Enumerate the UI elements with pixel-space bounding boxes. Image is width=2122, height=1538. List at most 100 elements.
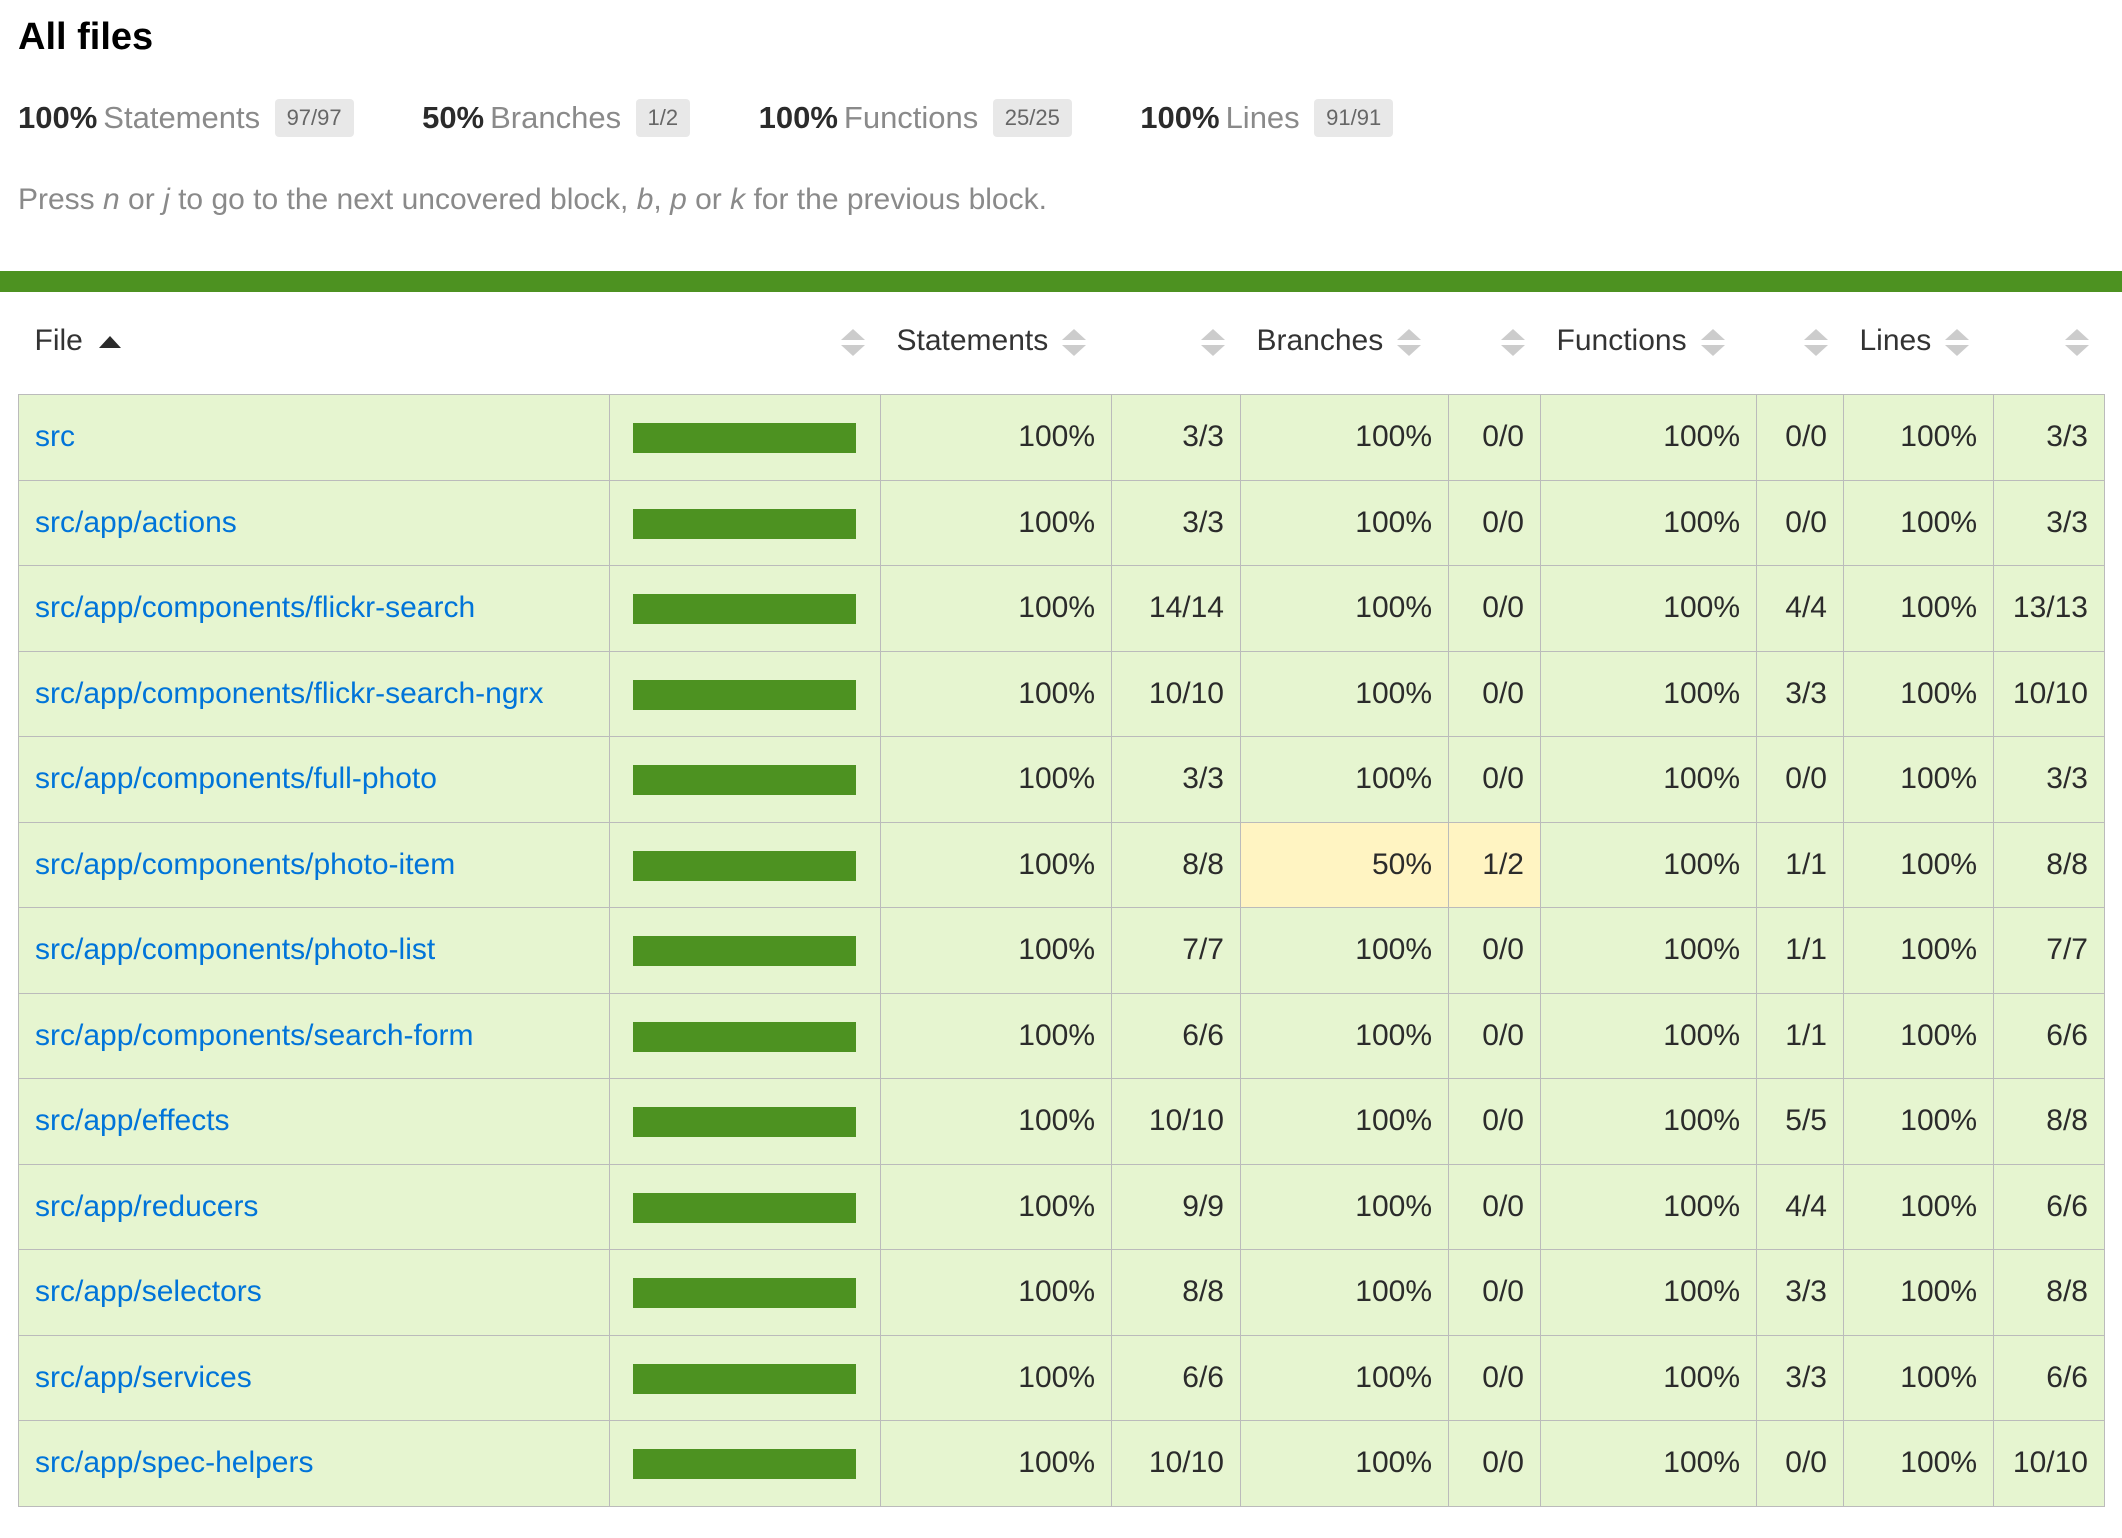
coverage-bar — [633, 1107, 856, 1137]
coverage-bar-cell — [610, 1335, 881, 1421]
hint-key-p: p — [670, 183, 687, 216]
functions-raw-cell: 0/0 — [1757, 480, 1844, 566]
branches-raw-cell: 0/0 — [1449, 908, 1541, 994]
lines-pct-cell: 100% — [1844, 1164, 1994, 1250]
functions-pct-cell: 100% — [1541, 480, 1757, 566]
statements-pct-cell: 100% — [881, 566, 1112, 652]
branches-pct-cell: 100% — [1241, 737, 1449, 823]
sort-icon[interactable] — [1701, 329, 1725, 356]
lines-pct-cell: 100% — [1844, 395, 1994, 481]
functions-raw-cell: 0/0 — [1757, 737, 1844, 823]
file-link[interactable]: src/app/components/full-photo — [35, 762, 437, 795]
hint-text: or — [120, 183, 163, 216]
file-link[interactable]: src/app/reducers — [35, 1190, 258, 1223]
branches-raw-cell: 0/0 — [1449, 651, 1541, 737]
coverage-bar-cell — [610, 1164, 881, 1250]
file-link[interactable]: src/app/components/photo-item — [35, 848, 455, 881]
file-link[interactable]: src/app/services — [35, 1361, 252, 1394]
lines-raw-cell: 3/3 — [1994, 737, 2105, 823]
file-cell: src/app/components/flickr-search — [19, 566, 610, 652]
functions-raw-cell: 4/4 — [1757, 1164, 1844, 1250]
sort-icon[interactable] — [1397, 329, 1421, 356]
sort-icon[interactable] — [1201, 329, 1225, 356]
coverage-bar-cell — [610, 566, 881, 652]
coverage-bar — [633, 680, 856, 710]
table-row: src/app/components/photo-list 100% 7/7 1… — [19, 908, 2105, 994]
table-row: src/app/reducers 100% 9/9 100% 0/0 100% … — [19, 1164, 2105, 1250]
statements-raw-cell: 3/3 — [1112, 395, 1241, 481]
file-link[interactable]: src/app/components/flickr-search — [35, 591, 475, 624]
file-link[interactable]: src/app/selectors — [35, 1275, 262, 1308]
coverage-bar-fill — [633, 765, 856, 795]
column-header-functions[interactable]: Functions — [1541, 292, 1757, 395]
functions-raw-cell: 3/3 — [1757, 1335, 1844, 1421]
sort-icon[interactable] — [1804, 329, 1828, 356]
sort-icon[interactable] — [1062, 329, 1086, 356]
functions-pct-cell: 100% — [1541, 1164, 1757, 1250]
hint-key-j: j — [163, 183, 170, 216]
coverage-bar-cell — [610, 1250, 881, 1336]
statements-pct-cell: 100% — [881, 395, 1112, 481]
summary-statements-fraction: 97/97 — [275, 99, 354, 137]
statements-raw-cell: 7/7 — [1112, 908, 1241, 994]
column-header-branches[interactable]: Branches — [1241, 292, 1449, 395]
file-link[interactable]: src/app/components/photo-list — [35, 933, 435, 966]
file-link[interactable]: src/app/actions — [35, 506, 237, 539]
lines-pct-cell: 100% — [1844, 566, 1994, 652]
file-cell: src — [19, 395, 610, 481]
sort-icon[interactable] — [2065, 329, 2089, 356]
sort-ascending-icon[interactable] — [99, 336, 121, 348]
coverage-bar-cell — [610, 1421, 881, 1507]
coverage-bar-fill — [633, 936, 856, 966]
coverage-bar-fill — [633, 1107, 856, 1137]
coverage-status-line — [0, 271, 2122, 292]
lines-pct-cell: 100% — [1844, 908, 1994, 994]
column-header-lines[interactable]: Lines — [1844, 292, 1994, 395]
coverage-bar — [633, 1022, 856, 1052]
functions-pct-cell: 100% — [1541, 566, 1757, 652]
summary-functions: 100%Functions 25/25 — [759, 99, 1072, 137]
summary-statements-pct: 100% — [18, 100, 97, 135]
statements-pct-cell: 100% — [881, 1335, 1112, 1421]
coverage-bar — [633, 1449, 856, 1479]
file-link[interactable]: src/app/spec-helpers — [35, 1446, 313, 1479]
column-header-statements-raw[interactable] — [1112, 292, 1241, 395]
coverage-bar-fill — [633, 851, 856, 881]
coverage-bar-cell — [610, 480, 881, 566]
file-link[interactable]: src/app/components/search-form — [35, 1019, 474, 1052]
coverage-bar-fill — [633, 594, 856, 624]
statements-pct-cell: 100% — [881, 993, 1112, 1079]
table-row: src/app/selectors 100% 8/8 100% 0/0 100%… — [19, 1250, 2105, 1336]
branches-pct-cell: 100% — [1241, 1250, 1449, 1336]
file-link[interactable]: src/app/effects — [35, 1104, 230, 1137]
coverage-bar-cell — [610, 908, 881, 994]
hint-key-n: n — [103, 183, 120, 216]
coverage-report: All files 100%Statements 97/97 50%Branch… — [0, 16, 2122, 1507]
column-header-bar[interactable] — [610, 292, 881, 395]
statements-pct-cell: 100% — [881, 1164, 1112, 1250]
summary-statements: 100%Statements 97/97 — [18, 99, 354, 137]
column-header-lines-raw[interactable] — [1994, 292, 2105, 395]
file-link[interactable]: src/app/components/flickr-search-ngrx — [35, 677, 544, 710]
sort-icon[interactable] — [1501, 329, 1525, 356]
branches-raw-cell: 0/0 — [1449, 1421, 1541, 1507]
column-header-branches-raw[interactable] — [1449, 292, 1541, 395]
summary-functions-label: Functions — [844, 100, 978, 135]
sort-icon[interactable] — [1945, 329, 1969, 356]
coverage-bar — [633, 423, 856, 453]
functions-raw-cell: 0/0 — [1757, 1421, 1844, 1507]
column-header-functions-raw[interactable] — [1757, 292, 1844, 395]
sort-icon[interactable] — [841, 329, 865, 356]
column-header-statements[interactable]: Statements — [881, 292, 1112, 395]
lines-raw-cell: 6/6 — [1994, 1164, 2105, 1250]
column-header-file[interactable]: File — [19, 292, 610, 395]
lines-pct-cell: 100% — [1844, 737, 1994, 823]
file-link[interactable]: src — [35, 420, 75, 453]
coverage-bar-cell — [610, 993, 881, 1079]
statements-raw-cell: 6/6 — [1112, 993, 1241, 1079]
functions-pct-cell: 100% — [1541, 993, 1757, 1079]
branches-raw-cell: 0/0 — [1449, 566, 1541, 652]
lines-pct-cell: 100% — [1844, 993, 1994, 1079]
coverage-bar — [633, 509, 856, 539]
coverage-bar-fill — [633, 1278, 856, 1308]
